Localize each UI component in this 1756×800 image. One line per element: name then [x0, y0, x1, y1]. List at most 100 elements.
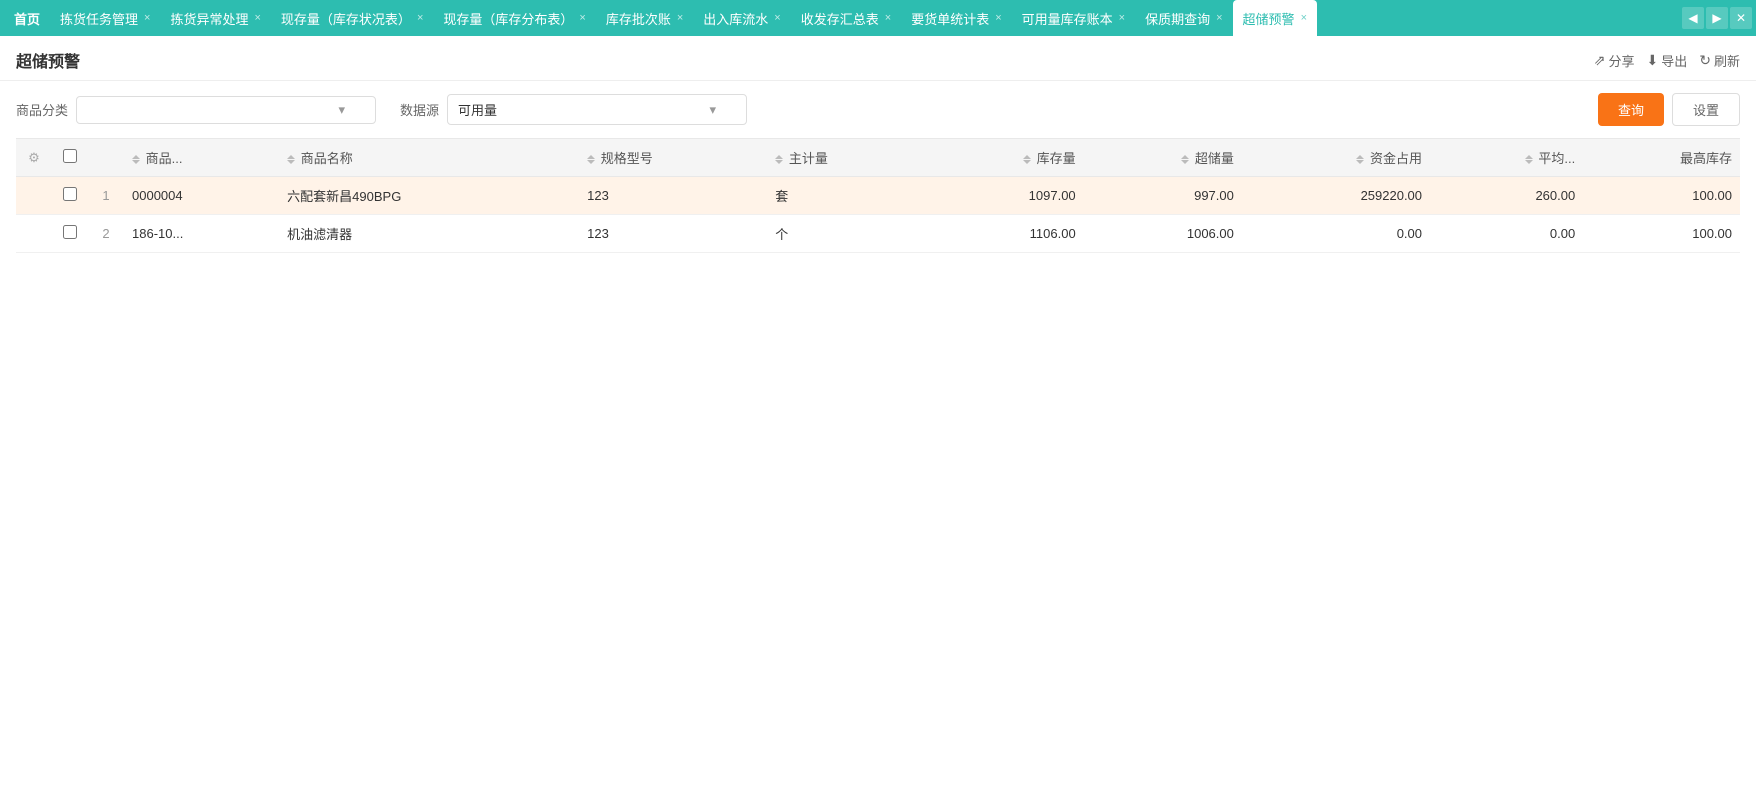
col-stock[interactable]: 库存量: [925, 139, 1083, 177]
topbar-item-overstock[interactable]: 超储预警×: [1233, 0, 1317, 36]
share-action[interactable]: ⇗ 分享: [1594, 51, 1635, 70]
refresh-icon: ↻: [1699, 52, 1711, 69]
rownum-cell: 2: [88, 215, 124, 253]
row-checkbox[interactable]: [63, 225, 77, 239]
avg-cell: 260.00: [1430, 177, 1583, 215]
capital-cell: 0.00: [1242, 215, 1430, 253]
rownum-cell: 1: [88, 177, 124, 215]
close-tab-icon[interactable]: ×: [1119, 12, 1125, 24]
spec-cell: 123: [579, 215, 767, 253]
col-unit[interactable]: 主计量: [767, 139, 925, 177]
checkbox-cell: [52, 177, 88, 215]
col-max-stock: 最高库存: [1583, 139, 1740, 177]
topbar-item-batch[interactable]: 库存批次账 ×: [596, 0, 693, 36]
close-tab-icon[interactable]: ×: [417, 12, 423, 24]
gear-cell: [16, 177, 52, 215]
nav-arrows: ◀ ▶ ✕: [1682, 7, 1752, 29]
topbar-item-label: 现存量（库存分布表）: [443, 9, 573, 28]
table-header-row: ⚙ 商品...: [16, 139, 1740, 177]
nav-close-button[interactable]: ✕: [1730, 7, 1752, 29]
nav-next-button[interactable]: ▶: [1706, 7, 1728, 29]
topbar-item-label: 要货单统计表: [911, 9, 989, 28]
sort-icon-spec: [587, 155, 595, 164]
page-title: 超储预警: [16, 48, 80, 72]
query-button[interactable]: 查询: [1598, 93, 1664, 126]
datasource-label: 数据源: [400, 100, 439, 119]
close-tab-icon[interactable]: ×: [677, 12, 683, 24]
topbar-item-label: 出入库流水: [703, 9, 768, 28]
table-row: 2186-10...机油滤清器123个1106.001006.000.000.0…: [16, 215, 1740, 253]
overstock-cell: 1006.00: [1084, 215, 1242, 253]
select-all-checkbox[interactable]: [63, 149, 77, 163]
category-filter: 商品分类 ▾: [16, 96, 376, 124]
close-tab-icon[interactable]: ×: [254, 12, 260, 24]
checkbox-cell: [52, 215, 88, 253]
close-tab-icon[interactable]: ×: [144, 12, 150, 24]
max-stock-cell: 100.00: [1583, 215, 1740, 253]
col-product-name[interactable]: 商品名称: [279, 139, 579, 177]
topbar-item-order-stat[interactable]: 要货单统计表 ×: [901, 0, 1011, 36]
page-header: 超储预警 ⇗ 分享 ⬇ 导出 ↻ 刷新: [0, 36, 1756, 81]
col-product-code[interactable]: 商品...: [124, 139, 279, 177]
datasource-select[interactable]: 可用量 ▾: [447, 94, 747, 125]
topbar-item-stock-status[interactable]: 现存量（库存状况表）×: [271, 0, 433, 36]
topbar-item-label: 拣货任务管理: [60, 9, 138, 28]
filter-area: 商品分类 ▾ 数据源 可用量 ▾ 查询 设置: [0, 81, 1756, 138]
data-table: ⚙ 商品...: [16, 138, 1740, 253]
row-checkbox[interactable]: [63, 187, 77, 201]
nav-prev-button[interactable]: ◀: [1682, 7, 1704, 29]
topbar: 首页拣货任务管理×拣货异常处理×现存量（库存状况表）×现存量（库存分布表）×库存…: [0, 0, 1756, 36]
topbar-item-summary[interactable]: 收发存汇总表×: [791, 0, 901, 36]
topbar-item-exception[interactable]: 拣货异常处理×: [160, 0, 270, 36]
refresh-action[interactable]: ↻ 刷新: [1699, 51, 1740, 70]
topbar-item-label: 保质期查询: [1145, 9, 1210, 28]
table-wrapper: ⚙ 商品...: [0, 138, 1756, 253]
unit-cell: 套: [767, 177, 925, 215]
sort-icon-product-name: [287, 155, 295, 164]
settings-button[interactable]: 设置: [1672, 93, 1740, 126]
category-dropdown-icon: ▾: [338, 102, 345, 118]
sort-icon-overstock: [1181, 155, 1189, 164]
gear-icon[interactable]: ⚙: [28, 150, 40, 165]
topbar-item-label: 首页: [14, 9, 40, 28]
col-avg[interactable]: 平均...: [1430, 139, 1583, 177]
topbar-item-avail-stock[interactable]: 可用量库存账本×: [1012, 0, 1135, 36]
col-checkbox: [52, 139, 88, 177]
export-action[interactable]: ⬇ 导出: [1647, 51, 1688, 70]
topbar-item-expiry[interactable]: 保质期查询 ×: [1135, 0, 1232, 36]
sort-icon-stock: [1023, 155, 1031, 164]
col-overstock[interactable]: 超储量: [1084, 139, 1242, 177]
category-label: 商品分类: [16, 100, 68, 119]
close-tab-icon[interactable]: ×: [995, 12, 1001, 24]
col-rownum: [88, 139, 124, 177]
topbar-item-stock-dist[interactable]: 现存量（库存分布表） ×: [433, 0, 595, 36]
category-select[interactable]: ▾: [76, 96, 376, 124]
close-tab-icon[interactable]: ×: [885, 12, 891, 24]
sort-icon-unit: [775, 155, 783, 164]
page-actions: ⇗ 分享 ⬇ 导出 ↻ 刷新: [1594, 51, 1740, 70]
share-icon: ⇗: [1594, 52, 1606, 69]
product-name-cell: 六配套新昌490BPG: [279, 177, 579, 215]
overstock-cell: 997.00: [1084, 177, 1242, 215]
sort-icon-product-code: [132, 155, 140, 164]
product-code-cell: 186-10...: [124, 215, 279, 253]
topbar-item-label: 库存批次账: [606, 9, 671, 28]
close-tab-icon[interactable]: ×: [774, 12, 780, 24]
page-area: 超储预警 ⇗ 分享 ⬇ 导出 ↻ 刷新 商品分类 ▾ 数据源: [0, 36, 1756, 800]
avg-cell: 0.00: [1430, 215, 1583, 253]
datasource-select-value: 可用量: [458, 100, 701, 119]
datasource-filter: 数据源 可用量 ▾: [400, 94, 747, 125]
stock-cell: 1106.00: [925, 215, 1083, 253]
col-spec[interactable]: 规格型号: [579, 139, 767, 177]
stock-cell: 1097.00: [925, 177, 1083, 215]
topbar-item-flow[interactable]: 出入库流水 ×: [693, 0, 790, 36]
close-tab-icon[interactable]: ×: [1301, 12, 1307, 24]
export-icon: ⬇: [1647, 52, 1659, 69]
col-capital[interactable]: 资金占用: [1242, 139, 1430, 177]
topbar-item-home[interactable]: 首页: [4, 0, 50, 36]
sort-icon-avg: [1525, 155, 1533, 164]
close-tab-icon[interactable]: ×: [1216, 12, 1222, 24]
close-tab-icon[interactable]: ×: [579, 12, 585, 24]
datasource-dropdown-icon: ▾: [710, 102, 717, 118]
topbar-item-task-mgmt[interactable]: 拣货任务管理 ×: [50, 0, 160, 36]
